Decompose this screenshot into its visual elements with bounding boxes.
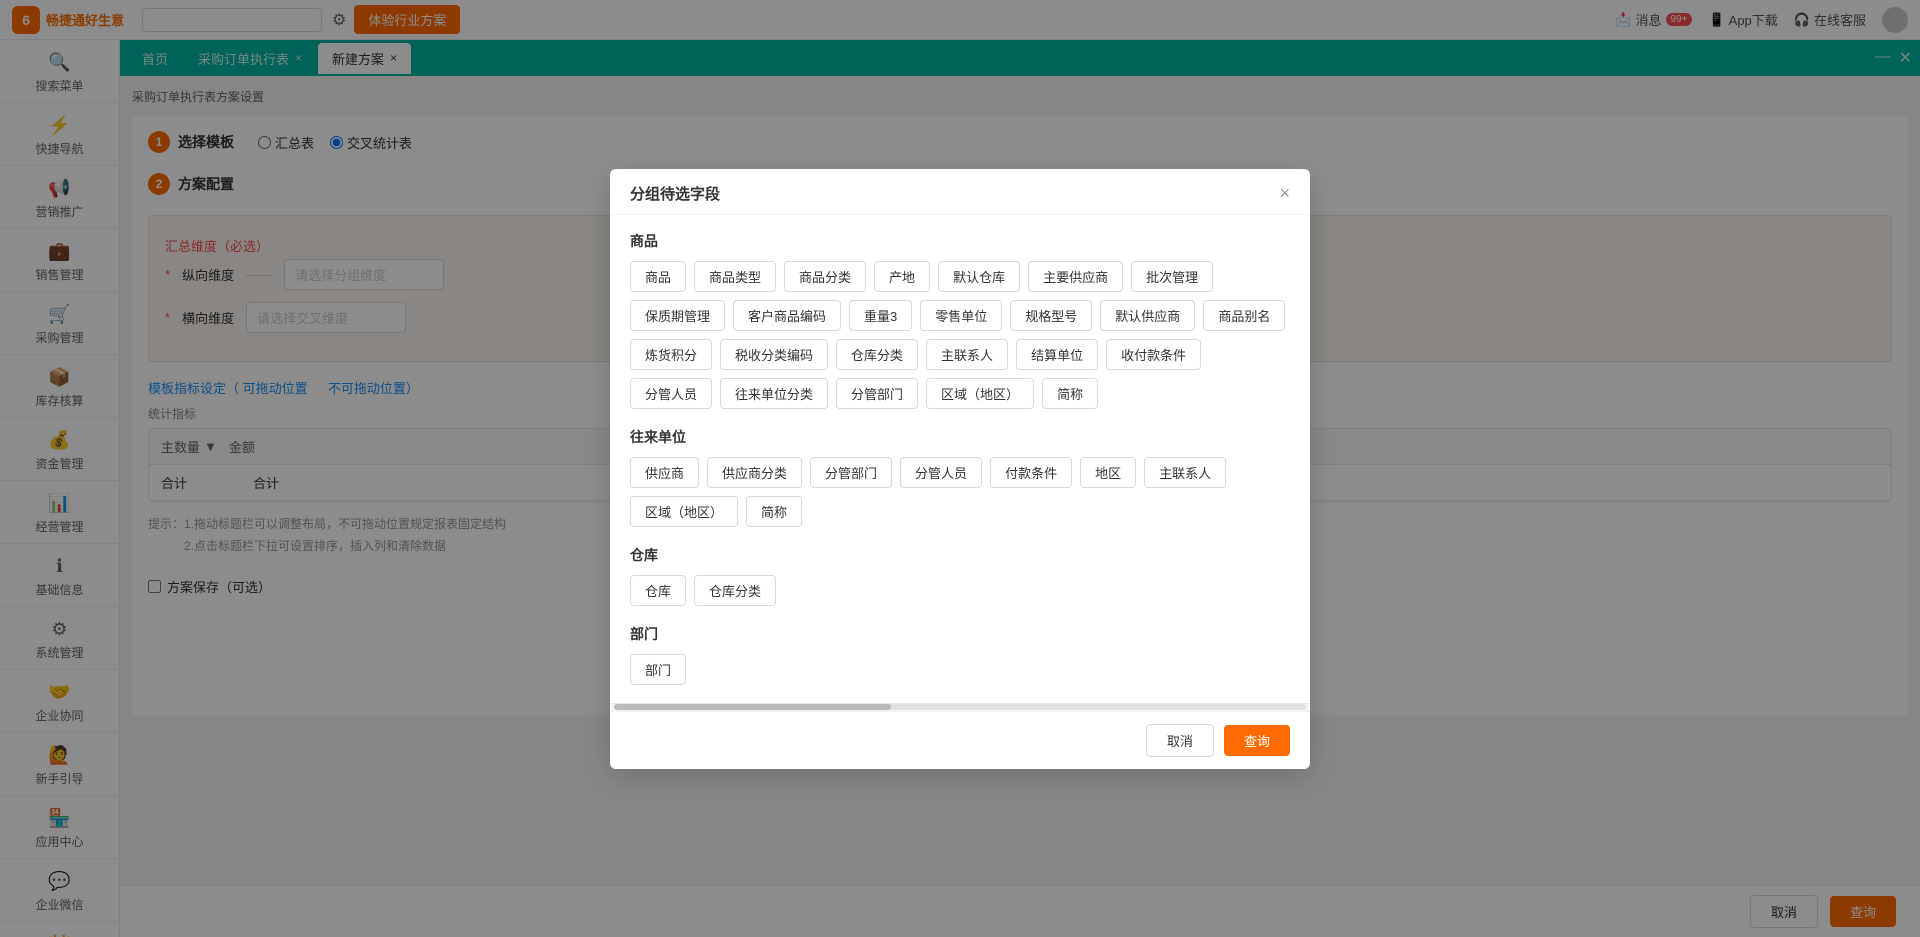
modal-hscroll[interactable] (610, 703, 1310, 711)
field-tag-0-2[interactable]: 商品分类 (784, 261, 866, 292)
modal-title: 分组待选字段 (630, 183, 720, 204)
field-tag-0-5[interactable]: 主要供应商 (1028, 261, 1123, 292)
modal-header: 分组待选字段 × (610, 169, 1310, 215)
field-tag-0-11[interactable]: 规格型号 (1010, 300, 1092, 331)
field-tag-0-4[interactable]: 默认仓库 (938, 261, 1020, 292)
field-group-0: 商品商品商品类型商品分类产地默认仓库主要供应商批次管理保质期管理客户商品编码重量… (630, 231, 1290, 409)
modal-close-button[interactable]: × (1279, 184, 1290, 202)
field-tag-2-1[interactable]: 仓库分类 (694, 575, 776, 606)
field-tag-1-2[interactable]: 分管部门 (810, 457, 892, 488)
modal-body: 商品商品商品类型商品分类产地默认仓库主要供应商批次管理保质期管理客户商品编码重量… (610, 215, 1310, 703)
field-tag-0-9[interactable]: 重量3 (849, 300, 912, 331)
field-tag-0-10[interactable]: 零售单位 (920, 300, 1002, 331)
modal-overlay: 分组待选字段 × 商品商品商品类型商品分类产地默认仓库主要供应商批次管理保质期管… (0, 0, 1920, 937)
field-tag-0-7[interactable]: 保质期管理 (630, 300, 725, 331)
field-tags-0: 商品商品类型商品分类产地默认仓库主要供应商批次管理保质期管理客户商品编码重量3 零… (630, 261, 1290, 409)
modal-footer: 取消 查询 (610, 711, 1310, 769)
field-tag-0-17[interactable]: 主联系人 (926, 339, 1008, 370)
field-group-1: 往来单位供应商供应商分类分管部门分管人员付款条件地区主联系人区域（地区） 简称 (630, 427, 1290, 527)
field-tags-1: 供应商供应商分类分管部门分管人员付款条件地区主联系人区域（地区） 简称 (630, 457, 1290, 527)
field-tag-0-18[interactable]: 结算单位 (1016, 339, 1098, 370)
field-tag-0-21[interactable]: 往来单位分类 (720, 378, 828, 409)
field-tag-0-6[interactable]: 批次管理 (1131, 261, 1213, 292)
field-group-title-3: 部门 (630, 624, 1290, 644)
field-tag-0-1[interactable]: 商品类型 (694, 261, 776, 292)
field-group-title-0: 商品 (630, 231, 1290, 251)
field-tag-2-0[interactable]: 仓库 (630, 575, 686, 606)
field-tags-2: 仓库仓库分类 (630, 575, 1290, 606)
field-tag-0-19[interactable]: 收付款条件 (1106, 339, 1201, 370)
modal: 分组待选字段 × 商品商品商品类型商品分类产地默认仓库主要供应商批次管理保质期管… (610, 169, 1310, 769)
hscroll-track (614, 704, 1306, 710)
field-tag-1-8[interactable]: 简称 (746, 496, 802, 527)
modal-confirm-button[interactable]: 查询 (1224, 725, 1290, 756)
field-group-3: 部门部门 (630, 624, 1290, 685)
field-tag-0-14[interactable]: 炼货积分 (630, 339, 712, 370)
field-tag-0-15[interactable]: 税收分类编码 (720, 339, 828, 370)
field-tag-0-16[interactable]: 仓库分类 (836, 339, 918, 370)
field-tag-0-22[interactable]: 分管部门 (836, 378, 918, 409)
field-tag-0-3[interactable]: 产地 (874, 261, 930, 292)
field-tag-1-1[interactable]: 供应商分类 (707, 457, 802, 488)
field-tag-1-3[interactable]: 分管人员 (900, 457, 982, 488)
field-tag-0-8[interactable]: 客户商品编码 (733, 300, 841, 331)
field-tag-3-0[interactable]: 部门 (630, 654, 686, 685)
field-tag-1-0[interactable]: 供应商 (630, 457, 699, 488)
field-tag-1-7[interactable]: 区域（地区） (630, 496, 738, 527)
field-group-title-2: 仓库 (630, 545, 1290, 565)
field-tag-0-13[interactable]: 商品别名 (1203, 300, 1285, 331)
field-tag-0-23[interactable]: 区域（地区） (926, 378, 1034, 409)
field-tags-3: 部门 (630, 654, 1290, 685)
field-tag-1-6[interactable]: 主联系人 (1144, 457, 1226, 488)
field-tag-1-4[interactable]: 付款条件 (990, 457, 1072, 488)
field-tag-0-0[interactable]: 商品 (630, 261, 686, 292)
field-tag-0-24[interactable]: 简称 (1042, 378, 1098, 409)
hscroll-thumb (614, 704, 891, 710)
field-tag-0-12[interactable]: 默认供应商 (1100, 300, 1195, 331)
modal-cancel-button[interactable]: 取消 (1146, 724, 1214, 757)
field-group-title-1: 往来单位 (630, 427, 1290, 447)
field-tag-0-20[interactable]: 分管人员 (630, 378, 712, 409)
field-tag-1-5[interactable]: 地区 (1080, 457, 1136, 488)
field-group-2: 仓库仓库仓库分类 (630, 545, 1290, 606)
